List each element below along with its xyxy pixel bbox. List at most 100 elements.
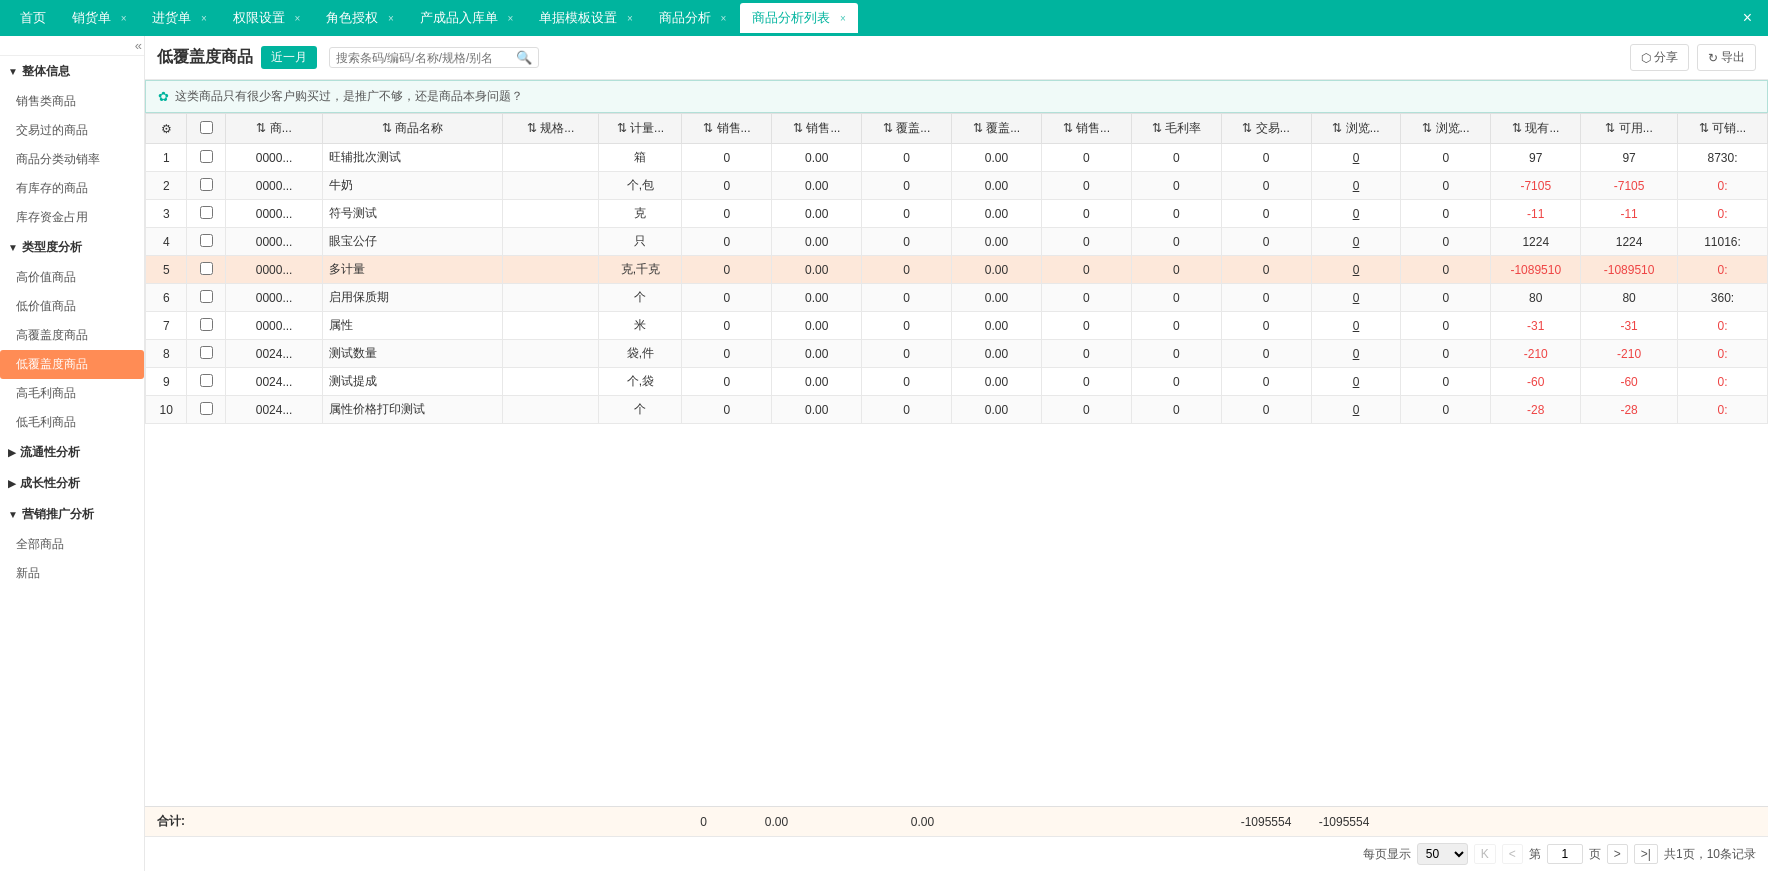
row-select-checkbox[interactable] <box>200 262 213 275</box>
col-spec[interactable]: ⇅ 规格... <box>502 114 599 144</box>
per-page-select[interactable]: 50 100 200 <box>1417 843 1468 865</box>
row-checkbox[interactable] <box>187 256 226 284</box>
close-icon[interactable]: × <box>627 13 633 24</box>
col-cover1[interactable]: ⇅ 覆盖... <box>862 114 952 144</box>
row-browse1[interactable]: 0 <box>1311 284 1401 312</box>
row-browse1[interactable]: 0 <box>1311 144 1401 172</box>
row-checkbox[interactable] <box>187 228 226 256</box>
close-icon[interactable]: × <box>121 13 127 24</box>
row-browse1[interactable]: 0 <box>1311 200 1401 228</box>
sidebar-section-marketing[interactable]: ▼ 营销推广分析 <box>0 499 144 530</box>
col-available[interactable]: ⇅ 可用... <box>1581 114 1678 144</box>
close-icon[interactable]: × <box>388 13 394 24</box>
nav-item-purchase[interactable]: 进货单 × <box>140 3 218 33</box>
sidebar-item-stock-goods[interactable]: 有库存的商品 <box>0 174 144 203</box>
row-browse1[interactable]: 0 <box>1311 396 1401 424</box>
col-current[interactable]: ⇅ 现有... <box>1491 114 1581 144</box>
col-gross-rate[interactable]: ⇅ 毛利率 <box>1131 114 1221 144</box>
browse-link[interactable]: 0 <box>1353 207 1360 221</box>
close-icon[interactable]: × <box>201 13 207 24</box>
sidebar-item-high-value[interactable]: 高价值商品 <box>0 263 144 292</box>
sidebar-item-new-goods[interactable]: 新品 <box>0 559 144 588</box>
row-browse1[interactable]: 0 <box>1311 228 1401 256</box>
col-browse1[interactable]: ⇅ 浏览... <box>1311 114 1401 144</box>
sidebar-item-capital[interactable]: 库存资金占用 <box>0 203 144 232</box>
row-checkbox[interactable] <box>187 396 226 424</box>
col-unit[interactable]: ⇅ 计量... <box>599 114 682 144</box>
nav-item-inventory[interactable]: 产成品入库单 × <box>408 3 525 33</box>
row-checkbox[interactable] <box>187 368 226 396</box>
row-select-checkbox[interactable] <box>200 402 213 415</box>
row-checkbox[interactable] <box>187 284 226 312</box>
period-button[interactable]: 近一月 <box>261 46 317 69</box>
sidebar-section-growth[interactable]: ▶ 成长性分析 <box>0 468 144 499</box>
row-checkbox[interactable] <box>187 144 226 172</box>
col-checkbox[interactable] <box>187 114 226 144</box>
sidebar-section-circulation[interactable]: ▶ 流通性分析 <box>0 437 144 468</box>
sidebar-item-high-coverage[interactable]: 高覆盖度商品 <box>0 321 144 350</box>
browse-link[interactable]: 0 <box>1353 151 1360 165</box>
row-browse1[interactable]: 0 <box>1311 312 1401 340</box>
browse-link[interactable]: 0 <box>1353 403 1360 417</box>
sidebar-section-type[interactable]: ▼ 类型度分析 <box>0 232 144 263</box>
row-select-checkbox[interactable] <box>200 290 213 303</box>
sidebar-item-low-coverage[interactable]: 低覆盖度商品 <box>0 350 144 379</box>
last-page-button[interactable]: >| <box>1634 844 1658 864</box>
row-select-checkbox[interactable] <box>200 346 213 359</box>
row-select-checkbox[interactable] <box>200 150 213 163</box>
browse-link[interactable]: 0 <box>1353 319 1360 333</box>
search-input[interactable] <box>336 51 516 65</box>
browse-link[interactable]: 0 <box>1353 375 1360 389</box>
close-icon[interactable]: × <box>295 13 301 24</box>
row-browse1[interactable]: 0 <box>1311 340 1401 368</box>
sidebar-collapse-button[interactable]: « <box>0 36 144 56</box>
col-code[interactable]: ⇅ 商... <box>226 114 323 144</box>
col-trade[interactable]: ⇅ 交易... <box>1221 114 1311 144</box>
sidebar-item-sales-goods[interactable]: 销售类商品 <box>0 87 144 116</box>
close-icon[interactable]: × <box>508 13 514 24</box>
browse-link[interactable]: 0 <box>1353 291 1360 305</box>
col-sales2[interactable]: ⇅ 销售... <box>772 114 862 144</box>
sidebar-item-traded-goods[interactable]: 交易过的商品 <box>0 116 144 145</box>
col-settings[interactable]: ⚙ <box>146 114 187 144</box>
sidebar-section-overall[interactable]: ▼ 整体信息 <box>0 56 144 87</box>
first-page-button[interactable]: K <box>1474 844 1496 864</box>
col-saleable[interactable]: ⇅ 可销... <box>1677 114 1767 144</box>
sidebar-item-high-margin[interactable]: 高毛利商品 <box>0 379 144 408</box>
row-checkbox[interactable] <box>187 172 226 200</box>
sidebar-item-all-goods[interactable]: 全部商品 <box>0 530 144 559</box>
row-select-checkbox[interactable] <box>200 234 213 247</box>
row-checkbox[interactable] <box>187 200 226 228</box>
sidebar-item-low-value[interactable]: 低价值商品 <box>0 292 144 321</box>
col-sales1[interactable]: ⇅ 销售... <box>682 114 772 144</box>
sidebar-item-category-rate[interactable]: 商品分类动销率 <box>0 145 144 174</box>
table-container[interactable]: ⚙ ⇅ 商... ⇅ 商品名称 ⇅ 规格... ⇅ 计量... ⇅ 销售... … <box>145 113 1768 806</box>
nav-item-templates[interactable]: 单据模板设置 × <box>527 3 644 33</box>
row-browse1[interactable]: 0 <box>1311 368 1401 396</box>
row-select-checkbox[interactable] <box>200 178 213 191</box>
close-icon[interactable]: × <box>720 13 726 24</box>
select-all-checkbox[interactable] <box>200 121 213 134</box>
row-browse1[interactable]: 0 <box>1311 256 1401 284</box>
browse-link[interactable]: 0 <box>1353 347 1360 361</box>
row-select-checkbox[interactable] <box>200 206 213 219</box>
nav-item-roles[interactable]: 角色授权 × <box>314 3 405 33</box>
row-checkbox[interactable] <box>187 340 226 368</box>
prev-page-button[interactable]: < <box>1502 844 1523 864</box>
nav-item-permissions[interactable]: 权限设置 × <box>221 3 312 33</box>
row-browse1[interactable]: 0 <box>1311 172 1401 200</box>
col-name[interactable]: ⇅ 商品名称 <box>322 114 502 144</box>
col-browse2[interactable]: ⇅ 浏览... <box>1401 114 1491 144</box>
nav-item-product-analysis[interactable]: 商品分析 × <box>647 3 738 33</box>
nav-item-sales[interactable]: 销货单 × <box>60 3 138 33</box>
browse-link[interactable]: 0 <box>1353 179 1360 193</box>
nav-item-product-analysis-list[interactable]: 商品分析列表 × <box>740 3 857 33</box>
browse-link[interactable]: 0 <box>1353 235 1360 249</box>
col-sales3[interactable]: ⇅ 销售... <box>1041 114 1131 144</box>
close-icon[interactable]: × <box>840 13 846 24</box>
sidebar-item-low-margin[interactable]: 低毛利商品 <box>0 408 144 437</box>
browse-link[interactable]: 0 <box>1353 263 1360 277</box>
share-button[interactable]: ⬡ 分享 <box>1630 44 1689 71</box>
next-page-button[interactable]: > <box>1607 844 1628 864</box>
row-select-checkbox[interactable] <box>200 318 213 331</box>
